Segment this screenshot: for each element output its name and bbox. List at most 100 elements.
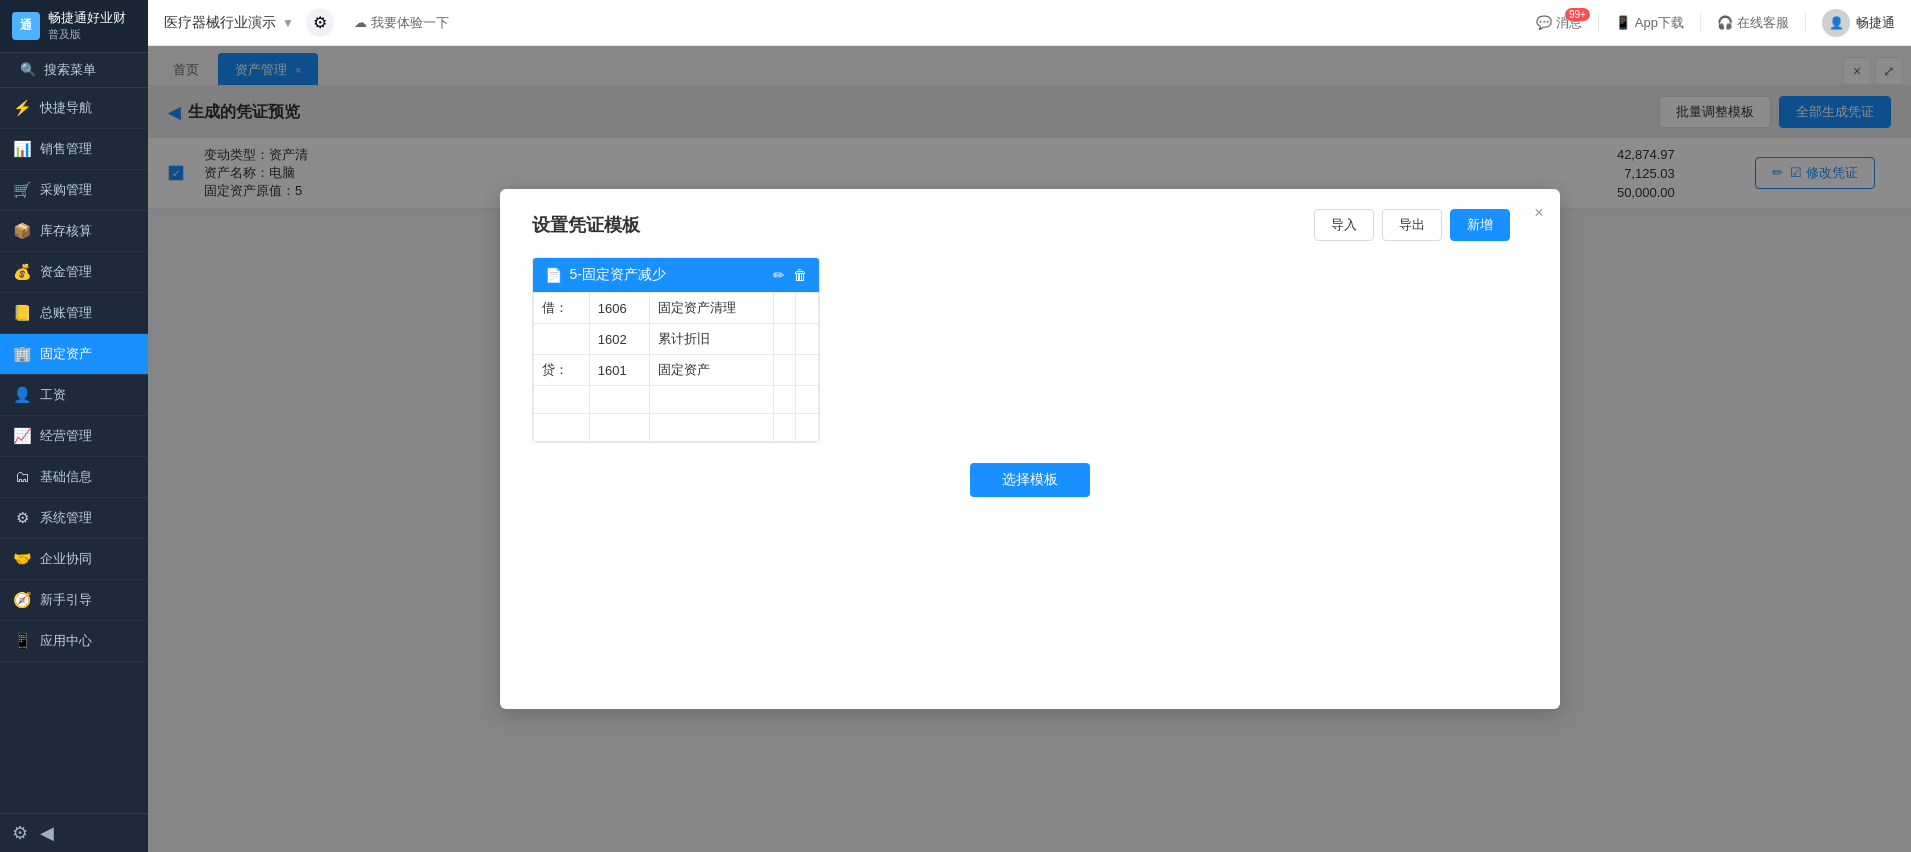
sidebar-bottom: ⚙ ◀ bbox=[0, 813, 148, 852]
sidebar-item-payroll[interactable]: 👤 工资 bbox=[0, 375, 148, 416]
inventory-icon: 📦 bbox=[12, 221, 32, 241]
template-card: 📄 5-固定资产减少 ✏ 🗑 借： 1606 固定资产清理 bbox=[532, 257, 820, 443]
template-card-header: 📄 5-固定资产减少 ✏ 🗑 bbox=[533, 258, 819, 292]
row2-type bbox=[533, 324, 589, 355]
message-badge: 99+ bbox=[1565, 8, 1590, 21]
row1-code: 1606 bbox=[589, 293, 649, 324]
template-name: 5-固定资产减少 bbox=[570, 266, 666, 284]
row3-name: 固定资产 bbox=[649, 355, 773, 386]
sidebar-item-sales[interactable]: 📊 销售管理 bbox=[0, 129, 148, 170]
collapse-icon[interactable]: ◀ bbox=[40, 822, 54, 844]
template-row-5 bbox=[533, 414, 818, 442]
template-row-4 bbox=[533, 386, 818, 414]
topbar: 医疗器械行业演示 ▼ ⚙ ☁ 我要体验一下 💬 消息 99+ 📱 App下载 🎧… bbox=[148, 0, 1911, 46]
template-actions: ✏ 🗑 bbox=[773, 267, 807, 283]
sidebar-item-enterprise[interactable]: 🤝 企业协同 bbox=[0, 539, 148, 580]
finance-icon: 💰 bbox=[12, 262, 32, 282]
sidebar-item-label: 总账管理 bbox=[40, 304, 92, 322]
sidebar-item-app-center[interactable]: 📱 应用中心 bbox=[0, 621, 148, 662]
sidebar: 通 畅捷通好业财 普及版 🔍 搜索菜单 ⚡ 快捷导航 📊 销售管理 🛒 采购管理… bbox=[0, 0, 148, 852]
app-download-label: App下载 bbox=[1635, 14, 1684, 32]
app-center-icon: 📱 bbox=[12, 631, 32, 651]
modal-overlay: 设置凭证模板 × 导入 导出 新增 📄 5-固定资产减少 ✏ 🗑 bbox=[148, 46, 1911, 852]
topbar-right: 💬 消息 99+ 📱 App下载 🎧 在线客服 👤 畅捷通 bbox=[1536, 9, 1895, 37]
sidebar-item-label: 经营管理 bbox=[40, 427, 92, 445]
select-template-button[interactable]: 选择模板 bbox=[970, 463, 1090, 497]
divider bbox=[1598, 13, 1599, 33]
logo-subtitle: 普及版 bbox=[48, 27, 126, 42]
messages-button[interactable]: 💬 消息 99+ bbox=[1536, 14, 1582, 32]
row3-code: 1601 bbox=[589, 355, 649, 386]
modal-toolbar: 导入 导出 新增 bbox=[1314, 209, 1510, 241]
sidebar-item-label: 采购管理 bbox=[40, 181, 92, 199]
template-detail-table: 借： 1606 固定资产清理 1602 累计折旧 贷： bbox=[533, 292, 819, 442]
row1-credit bbox=[796, 293, 818, 324]
company-selector[interactable]: 医疗器械行业演示 ▼ bbox=[164, 14, 294, 32]
logo-title: 畅捷通好业财 bbox=[48, 10, 126, 27]
divider3 bbox=[1805, 13, 1806, 33]
search-label: 搜索菜单 bbox=[44, 61, 96, 79]
basic-info-icon: 🗂 bbox=[12, 467, 32, 487]
company-arrow-icon: ▼ bbox=[282, 16, 294, 30]
service-button[interactable]: 🎧 在线客服 bbox=[1717, 14, 1789, 32]
row2-code: 1602 bbox=[589, 324, 649, 355]
system-icon: ⚙ bbox=[12, 508, 32, 528]
template-row-2: 1602 累计折旧 bbox=[533, 324, 818, 355]
quick-nav-icon: ⚡ bbox=[12, 98, 32, 118]
gear-icon: ⚙ bbox=[313, 13, 327, 32]
company-name: 医疗器械行业演示 bbox=[164, 14, 276, 32]
fixed-assets-icon: 🏢 bbox=[12, 344, 32, 364]
operations-icon: 📈 bbox=[12, 426, 32, 446]
row1-name: 固定资产清理 bbox=[649, 293, 773, 324]
sidebar-item-label: 资金管理 bbox=[40, 263, 92, 281]
export-button[interactable]: 导出 bbox=[1382, 209, 1442, 241]
template-edit-icon[interactable]: ✏ bbox=[773, 267, 785, 283]
enterprise-icon: 🤝 bbox=[12, 549, 32, 569]
sidebar-item-operations[interactable]: 📈 经营管理 bbox=[0, 416, 148, 457]
row3-type: 贷： bbox=[533, 355, 589, 386]
search-menu[interactable]: 🔍 搜索菜单 bbox=[0, 53, 148, 88]
template-row-3: 贷： 1601 固定资产 bbox=[533, 355, 818, 386]
download-icon: 📱 bbox=[1615, 15, 1631, 30]
app-download-button[interactable]: 📱 App下载 bbox=[1615, 14, 1684, 32]
modal-close-button[interactable]: × bbox=[1534, 205, 1543, 221]
row2-credit bbox=[796, 324, 818, 355]
sidebar-item-label: 销售管理 bbox=[40, 140, 92, 158]
sidebar-item-guide[interactable]: 🧭 新手引导 bbox=[0, 580, 148, 621]
settings-bottom-icon[interactable]: ⚙ bbox=[12, 822, 28, 844]
service-label: 在线客服 bbox=[1737, 14, 1789, 32]
payroll-icon: 👤 bbox=[12, 385, 32, 405]
template-delete-icon[interactable]: 🗑 bbox=[793, 267, 807, 283]
sidebar-item-label: 工资 bbox=[40, 386, 66, 404]
row2-debit bbox=[774, 324, 796, 355]
trial-button[interactable]: ☁ 我要体验一下 bbox=[354, 14, 449, 32]
service-icon: 🎧 bbox=[1717, 15, 1733, 30]
row3-debit bbox=[774, 355, 796, 386]
sidebar-item-basic-info[interactable]: 🗂 基础信息 bbox=[0, 457, 148, 498]
row2-name: 累计折旧 bbox=[649, 324, 773, 355]
import-button[interactable]: 导入 bbox=[1314, 209, 1374, 241]
user-menu[interactable]: 👤 畅捷通 bbox=[1822, 9, 1895, 37]
cloud-icon: ☁ bbox=[354, 15, 367, 30]
sidebar-item-finance[interactable]: 💰 资金管理 bbox=[0, 252, 148, 293]
sidebar-item-ledger[interactable]: 📒 总账管理 bbox=[0, 293, 148, 334]
new-template-button[interactable]: 新增 bbox=[1450, 209, 1510, 241]
sidebar-item-label: 基础信息 bbox=[40, 468, 92, 486]
sidebar-item-purchase[interactable]: 🛒 采购管理 bbox=[0, 170, 148, 211]
sidebar-item-label: 库存核算 bbox=[40, 222, 92, 240]
row3-credit bbox=[796, 355, 818, 386]
user-avatar: 👤 bbox=[1822, 9, 1850, 37]
search-icon: 🔍 bbox=[20, 62, 36, 77]
sidebar-item-inventory[interactable]: 📦 库存核算 bbox=[0, 211, 148, 252]
divider2 bbox=[1700, 13, 1701, 33]
topbar-settings-button[interactable]: ⚙ bbox=[306, 9, 334, 37]
sidebar-item-quick-nav[interactable]: ⚡ 快捷导航 bbox=[0, 88, 148, 129]
sidebar-item-system[interactable]: ⚙ 系统管理 bbox=[0, 498, 148, 539]
sidebar-item-fixed-assets[interactable]: 🏢 固定资产 bbox=[0, 334, 148, 375]
sidebar-item-label: 固定资产 bbox=[40, 345, 92, 363]
template-doc-icon: 📄 bbox=[545, 267, 562, 283]
row1-debit bbox=[774, 293, 796, 324]
app-logo: 通 畅捷通好业财 普及版 bbox=[0, 0, 148, 53]
user-name: 畅捷通 bbox=[1856, 14, 1895, 32]
sidebar-item-label: 应用中心 bbox=[40, 632, 92, 650]
